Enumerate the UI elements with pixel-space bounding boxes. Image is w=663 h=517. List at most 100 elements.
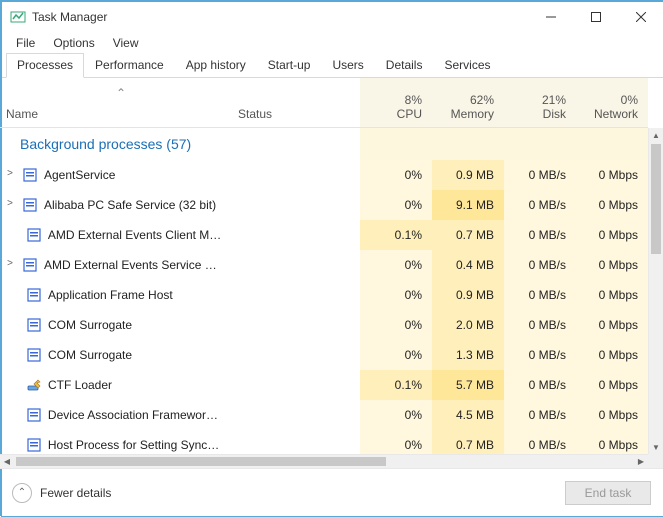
process-name-cell[interactable]: >Alibaba PC Safe Service (32 bit) — [0, 190, 232, 220]
process-cpu-cell[interactable]: 0.1% — [360, 220, 432, 250]
process-status-cell[interactable] — [232, 190, 360, 220]
process-cpu-cell[interactable]: 0% — [360, 310, 432, 340]
process-network-cell[interactable]: 0 Mbps — [576, 190, 648, 220]
process-memory-cell[interactable]: 0.9 MB — [432, 280, 504, 310]
process-cpu-cell[interactable]: 0% — [360, 340, 432, 370]
column-header-network[interactable]: 0% Network — [576, 78, 648, 128]
process-name-cell[interactable]: CTF Loader — [0, 370, 232, 400]
column-header-name[interactable]: ⌃ Name — [0, 78, 232, 128]
process-status-cell[interactable] — [232, 220, 360, 250]
expand-icon — [0, 220, 20, 250]
process-icon — [22, 167, 38, 183]
expand-icon[interactable]: > — [0, 250, 20, 280]
process-cpu-cell[interactable]: 0% — [360, 400, 432, 430]
tab-processes[interactable]: Processes — [6, 53, 84, 78]
process-icon — [26, 437, 42, 453]
process-name-cell[interactable]: COM Surrogate — [0, 310, 232, 340]
process-status-cell[interactable] — [232, 400, 360, 430]
process-memory-cell[interactable]: 0.7 MB — [432, 220, 504, 250]
chevron-up-icon: ⌃ — [12, 483, 32, 503]
process-name-cell[interactable]: Application Frame Host — [0, 280, 232, 310]
process-memory-cell[interactable]: 0.4 MB — [432, 250, 504, 280]
window-title: Task Manager — [32, 10, 107, 24]
process-disk-cell[interactable]: 0 MB/s — [504, 160, 576, 190]
process-icon — [26, 407, 42, 423]
process-network-cell[interactable]: 0 Mbps — [576, 160, 648, 190]
process-name: COM Surrogate — [48, 318, 132, 332]
process-network-cell[interactable]: 0 Mbps — [576, 340, 648, 370]
footer: ⌃ Fewer details End task — [0, 468, 663, 516]
process-disk-cell[interactable]: 0 MB/s — [504, 400, 576, 430]
group-title[interactable]: Background processes (57) — [0, 128, 360, 160]
scroll-thumb[interactable] — [16, 457, 386, 466]
process-network-cell[interactable]: 0 Mbps — [576, 400, 648, 430]
fewer-details-button[interactable]: ⌃ Fewer details — [12, 483, 111, 503]
maximize-button[interactable] — [573, 2, 618, 32]
menu-view[interactable]: View — [105, 34, 147, 52]
expand-icon[interactable]: > — [0, 160, 20, 190]
process-network-cell[interactable]: 0 Mbps — [576, 370, 648, 400]
end-task-button[interactable]: End task — [565, 481, 651, 505]
tab-performance[interactable]: Performance — [84, 53, 175, 77]
process-status-cell[interactable] — [232, 160, 360, 190]
process-status-cell[interactable] — [232, 280, 360, 310]
process-name: AMD External Events Client Mo... — [48, 228, 222, 242]
process-name-cell[interactable]: >AMD External Events Service M... — [0, 250, 232, 280]
process-memory-cell[interactable]: 0.9 MB — [432, 160, 504, 190]
process-status-cell[interactable] — [232, 310, 360, 340]
process-network-cell[interactable]: 0 Mbps — [576, 310, 648, 340]
process-disk-cell[interactable]: 0 MB/s — [504, 280, 576, 310]
process-name-cell[interactable]: > AgentService — [0, 160, 232, 190]
process-cpu-cell[interactable]: 0% — [360, 190, 432, 220]
tab-users[interactable]: Users — [321, 53, 374, 77]
scroll-down-icon[interactable]: ▼ — [649, 440, 663, 454]
expand-icon[interactable]: > — [0, 190, 20, 220]
menu-file[interactable]: File — [8, 34, 43, 52]
process-memory-cell[interactable]: 4.5 MB — [432, 400, 504, 430]
process-disk-cell[interactable]: 0 MB/s — [504, 340, 576, 370]
process-status-cell[interactable] — [232, 250, 360, 280]
titlebar[interactable]: Task Manager — [2, 2, 663, 32]
process-status-cell[interactable] — [232, 340, 360, 370]
process-cpu-cell[interactable]: 0% — [360, 160, 432, 190]
process-name-cell[interactable]: AMD External Events Client Mo... — [0, 220, 232, 250]
tab-services[interactable]: Services — [433, 53, 501, 77]
process-cpu-cell[interactable]: 0% — [360, 280, 432, 310]
column-header-disk[interactable]: 21% Disk — [504, 78, 576, 128]
process-memory-cell[interactable]: 5.7 MB — [432, 370, 504, 400]
process-status-cell[interactable] — [232, 370, 360, 400]
process-disk-cell[interactable]: 0 MB/s — [504, 190, 576, 220]
menu-options[interactable]: Options — [45, 34, 102, 52]
process-disk-cell[interactable]: 0 MB/s — [504, 310, 576, 340]
process-icon — [22, 257, 38, 273]
tabs: Processes Performance App history Start-… — [2, 54, 663, 78]
process-memory-cell[interactable]: 9.1 MB — [432, 190, 504, 220]
column-header-memory[interactable]: 62% Memory — [432, 78, 504, 128]
horizontal-scrollbar[interactable]: ◀ ▶ — [0, 454, 648, 468]
process-cpu-cell[interactable]: 0% — [360, 250, 432, 280]
process-disk-cell[interactable]: 0 MB/s — [504, 220, 576, 250]
close-button[interactable] — [618, 2, 663, 32]
scroll-left-icon[interactable]: ◀ — [0, 455, 14, 468]
process-name: AgentService — [44, 168, 115, 182]
process-memory-cell[interactable]: 1.3 MB — [432, 340, 504, 370]
process-network-cell[interactable]: 0 Mbps — [576, 220, 648, 250]
process-disk-cell[interactable]: 0 MB/s — [504, 370, 576, 400]
process-network-cell[interactable]: 0 Mbps — [576, 280, 648, 310]
tab-startup[interactable]: Start-up — [257, 53, 322, 77]
vertical-scrollbar[interactable]: ▲ ▼ — [648, 128, 663, 454]
tab-app-history[interactable]: App history — [175, 53, 257, 77]
process-disk-cell[interactable]: 0 MB/s — [504, 250, 576, 280]
process-name-cell[interactable]: Device Association Framework ... — [0, 400, 232, 430]
process-network-cell[interactable]: 0 Mbps — [576, 250, 648, 280]
process-cpu-cell[interactable]: 0.1% — [360, 370, 432, 400]
scroll-right-icon[interactable]: ▶ — [634, 455, 648, 468]
tab-details[interactable]: Details — [375, 53, 434, 77]
column-header-cpu[interactable]: 8% CPU — [360, 78, 432, 128]
process-name-cell[interactable]: COM Surrogate — [0, 340, 232, 370]
scroll-thumb[interactable] — [651, 144, 661, 254]
column-header-status[interactable]: Status — [232, 78, 360, 128]
process-memory-cell[interactable]: 2.0 MB — [432, 310, 504, 340]
scroll-up-icon[interactable]: ▲ — [649, 128, 663, 142]
minimize-button[interactable] — [528, 2, 573, 32]
